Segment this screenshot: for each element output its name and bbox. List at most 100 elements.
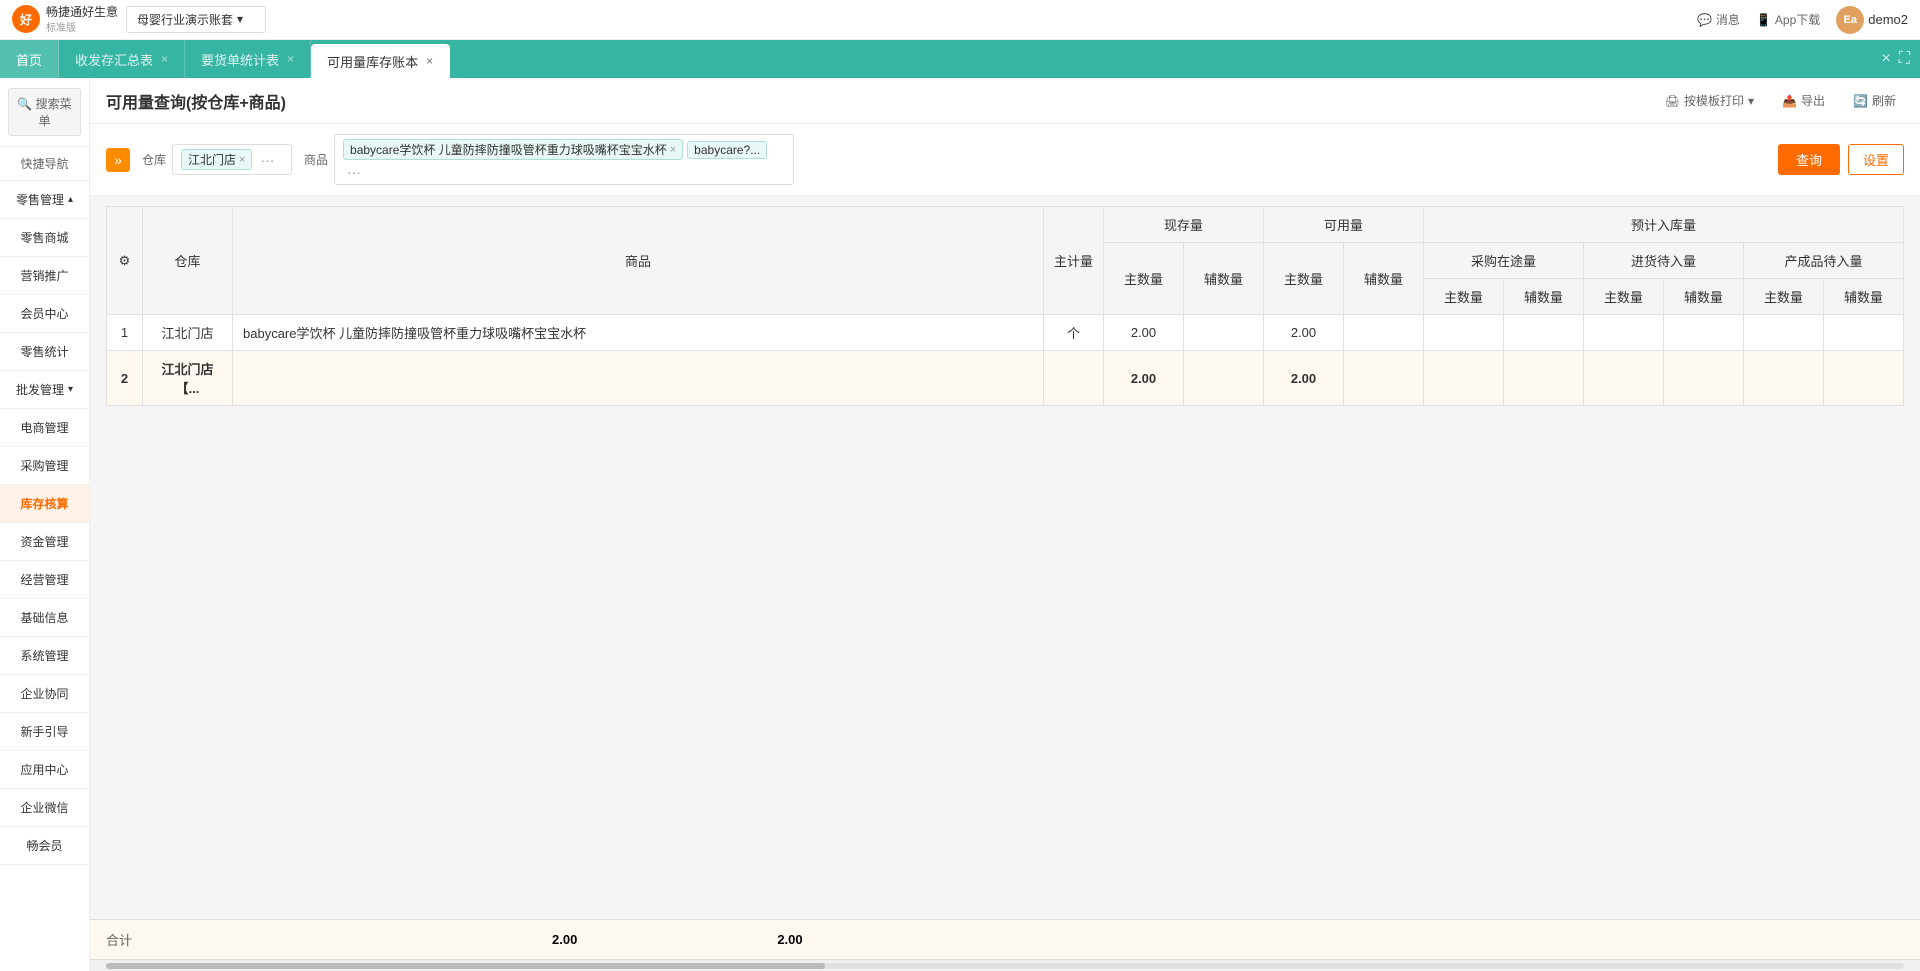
row-warehouse: 江北门店	[143, 315, 233, 351]
th-purchase-aux: 辅数量	[1504, 279, 1584, 315]
scrollbar-thumb[interactable]	[106, 963, 825, 969]
bottom-scrollbar[interactable]	[90, 959, 1920, 971]
industry-selector[interactable]: 母婴行业演示账套 ▾	[126, 6, 266, 33]
goods-tag-text: babycare学饮杯 儿童防摔防撞吸管杯重力球吸嘴杯宝宝水杯	[350, 141, 667, 158]
tab-available-stock[interactable]: 可用量库存账本 ×	[311, 44, 450, 78]
quick-nav-label: 快捷导航	[20, 157, 68, 171]
close-icon[interactable]: ×	[161, 52, 168, 66]
nav-tabs-bar: 首页 收发存汇总表 × 要货单统计表 × 可用量库存账本 × × ⛶	[0, 40, 1920, 78]
filter-more-icon[interactable]: ···	[256, 152, 278, 168]
refresh-icon: 🔄	[1853, 94, 1868, 108]
sidebar-item-system[interactable]: 系统管理	[0, 637, 89, 675]
row-available-main: 2.00	[1264, 351, 1344, 406]
settings-gear-icon: ⚙	[119, 253, 131, 268]
th-purchase-in-transit: 采购在途量	[1424, 243, 1584, 279]
tag-close-icon[interactable]: ×	[670, 144, 676, 156]
row-purchase-aux	[1504, 315, 1584, 351]
row-available-aux	[1344, 315, 1424, 351]
sidebar-item-wholesale[interactable]: 批发管理 ▾	[0, 371, 89, 409]
sidebar-item-ecommerce[interactable]: 电商管理	[0, 409, 89, 447]
table-container[interactable]: ⚙ 仓库 商品 主计量 现存量	[90, 196, 1920, 919]
print-label: 按模板打印	[1684, 92, 1744, 109]
warehouse-filter-input[interactable]: 江北门店 × ···	[172, 144, 292, 175]
th-goods-main: 主数量	[1584, 279, 1664, 315]
page-header-actions: 🖨 按模板打印 ▾ 📤 导出 🔄 刷新	[1657, 88, 1904, 113]
sidebar-item-member[interactable]: 会员中心	[0, 295, 89, 333]
sidebar: 🔍 搜索菜单 快捷导航 零售管理 ▴ 零售商城 营销推广 会员中心 零售统计 批…	[0, 78, 90, 971]
goods-filter-input[interactable]: babycare学饮杯 儿童防摔防撞吸管杯重力球吸嘴杯宝宝水杯 × babyca…	[334, 134, 794, 185]
print-button[interactable]: 🖨 按模板打印 ▾	[1657, 88, 1762, 113]
tab-order-stats[interactable]: 要货单统计表 ×	[185, 40, 311, 78]
message-label: 消息	[1716, 11, 1740, 28]
sidebar-item-retail-mall[interactable]: 零售商城	[0, 219, 89, 257]
sidebar-item-inventory[interactable]: 库存核算	[0, 485, 89, 523]
search-icon: 🔍	[17, 97, 32, 111]
page-header: 可用量查询(按仓库+商品) 🖨 按模板打印 ▾ 📤 导出 🔄 刷新	[90, 78, 1920, 124]
sidebar-item-quick-nav[interactable]: 快捷导航	[0, 147, 89, 181]
export-button[interactable]: 📤 导出	[1774, 88, 1833, 113]
filter-bar: » 仓库 江北门店 × ··· 商品 babycare学饮杯 儿童防摔防撞吸管杯…	[90, 124, 1920, 196]
sidebar-label-retail-mall: 零售商城	[20, 229, 68, 246]
sidebar-item-marketing[interactable]: 营销推广	[0, 257, 89, 295]
warehouse-tag-1[interactable]: 江北门店 ×	[181, 149, 252, 170]
sidebar-item-onboarding[interactable]: 新手引导	[0, 713, 89, 751]
sidebar-item-enterprise[interactable]: 企业协同	[0, 675, 89, 713]
sidebar-item-operations[interactable]: 经营管理	[0, 561, 89, 599]
row-goods-aux	[1664, 315, 1744, 351]
goods-tag-2[interactable]: babycare?...	[687, 141, 767, 159]
avatar: Ea	[1836, 6, 1864, 34]
row-current-aux	[1184, 315, 1264, 351]
user-profile[interactable]: Ea demo2	[1836, 6, 1908, 34]
expand-icon[interactable]: ⛶	[1899, 50, 1910, 68]
close-icon[interactable]: ×	[287, 52, 294, 66]
sidebar-item-basic[interactable]: 基础信息	[0, 599, 89, 637]
app-download-icon: 📱	[1756, 13, 1771, 27]
query-button[interactable]: 查询	[1778, 144, 1840, 175]
sidebar-item-purchase[interactable]: 采购管理	[0, 447, 89, 485]
tag-close-icon[interactable]: ×	[239, 154, 245, 166]
sidebar-label-purchase: 采购管理	[20, 457, 68, 474]
sidebar-item-finance[interactable]: 资金管理	[0, 523, 89, 561]
settings-button[interactable]: 设置	[1848, 144, 1904, 175]
print-chevron-icon: ▾	[1748, 94, 1754, 108]
sidebar-search-area: 🔍 搜索菜单	[0, 78, 89, 147]
sidebar-item-vip[interactable]: 畅会员	[0, 827, 89, 865]
scrollbar-track[interactable]	[106, 963, 1904, 969]
sidebar-item-retail-stats[interactable]: 零售统计	[0, 333, 89, 371]
app-download-label: App下载	[1775, 11, 1820, 28]
sidebar-item-wechat[interactable]: 企业微信	[0, 789, 89, 827]
filter-actions: 查询 设置	[1778, 144, 1904, 175]
app-download-button[interactable]: 📱 App下载	[1756, 11, 1820, 28]
filter-more-icon[interactable]: ···	[343, 164, 365, 180]
row-warehouse: 江北门店【...	[143, 351, 233, 406]
th-goods: 商品	[233, 207, 1044, 315]
sidebar-label-basic: 基础信息	[20, 609, 68, 626]
search-menu-button[interactable]: 🔍 搜索菜单	[8, 88, 81, 136]
tab-home-label: 首页	[16, 50, 42, 69]
message-button[interactable]: 💬 消息	[1697, 11, 1740, 28]
export-label: 导出	[1801, 92, 1825, 109]
th-settings[interactable]: ⚙	[107, 207, 143, 315]
row-goods-main	[1584, 351, 1664, 406]
sidebar-item-retail[interactable]: 零售管理 ▴	[0, 181, 89, 219]
row-current-main: 2.00	[1104, 351, 1184, 406]
row-unit: 个	[1043, 315, 1103, 351]
sidebar-label-marketing: 营销推广	[20, 267, 68, 284]
tab-receivable[interactable]: 收发存汇总表 ×	[59, 40, 185, 78]
chevron-down-icon: ▾	[237, 12, 243, 26]
main-layout: 🔍 搜索菜单 快捷导航 零售管理 ▴ 零售商城 营销推广 会员中心 零售统计 批…	[0, 78, 1920, 971]
row-goods: babycare学饮杯 儿童防摔防撞吸管杯重力球吸嘴杯宝宝水杯	[233, 315, 1044, 351]
goods-tag-1[interactable]: babycare学饮杯 儿童防摔防撞吸管杯重力球吸嘴杯宝宝水杯 ×	[343, 139, 683, 160]
tab-home[interactable]: 首页	[0, 40, 59, 78]
table-row: 1 江北门店 babycare学饮杯 儿童防摔防撞吸管杯重力球吸嘴杯宝宝水杯 个…	[107, 315, 1904, 351]
sidebar-label-retail: 零售管理	[16, 191, 64, 208]
filter-expand-button[interactable]: »	[106, 148, 130, 172]
nav-tabs-right-controls: × ⛶	[1871, 40, 1920, 78]
sidebar-item-app-center[interactable]: 应用中心	[0, 751, 89, 789]
goods-filter-label: 商品	[304, 151, 328, 168]
th-goods-pending: 进货待入量	[1584, 243, 1744, 279]
message-icon: 💬	[1697, 13, 1712, 27]
close-icon[interactable]: ×	[426, 54, 433, 68]
refresh-button[interactable]: 🔄 刷新	[1845, 88, 1904, 113]
close-all-icon[interactable]: ×	[1881, 50, 1890, 68]
